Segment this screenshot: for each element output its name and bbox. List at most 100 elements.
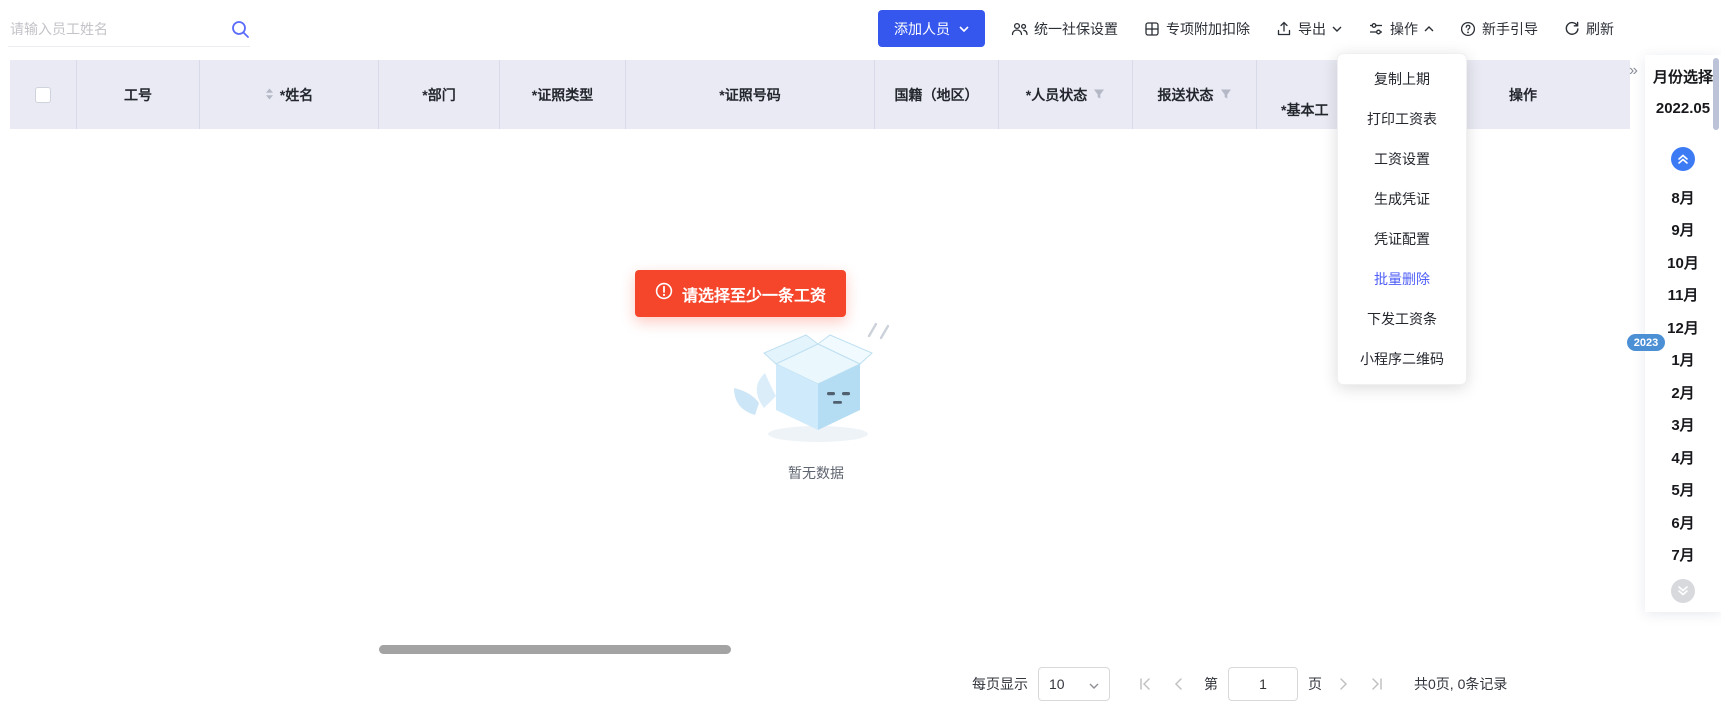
collapse-panel-icon[interactable]: » bbox=[1629, 63, 1638, 79]
column-header-department: *部门 bbox=[379, 60, 500, 129]
beginner-guide-button[interactable]: 新手引导 bbox=[1460, 19, 1538, 39]
empty-box-illustration bbox=[726, 334, 906, 454]
column-header-certificate-type: *证照类型 bbox=[500, 60, 626, 129]
sparkle-decoration bbox=[866, 314, 892, 345]
menu-item-batch-delete[interactable]: 批量删除 bbox=[1338, 259, 1466, 299]
next-page-button[interactable] bbox=[1330, 671, 1356, 697]
column-header-person-status: *人员状态 bbox=[999, 60, 1133, 129]
month-list: 8月 9月 10月 11月 12月 1月 2月 3月 4月 5月 6月 7月 bbox=[1645, 181, 1721, 571]
department-header-label: *部门 bbox=[422, 86, 456, 103]
filter-icon[interactable] bbox=[1093, 87, 1105, 103]
operation-header-label: 操作 bbox=[1509, 86, 1537, 103]
column-header-employee-id: 工号 bbox=[77, 60, 200, 129]
month-item-11[interactable]: 11月 bbox=[1645, 279, 1721, 312]
social-security-settings-label: 统一社保设置 bbox=[1034, 20, 1118, 37]
search-icon[interactable] bbox=[230, 19, 250, 39]
beginner-guide-label: 新手引导 bbox=[1482, 20, 1538, 37]
employee-id-header-label: 工号 bbox=[124, 86, 152, 103]
certificate-type-header-label: *证照类型 bbox=[531, 86, 594, 103]
refresh-label: 刷新 bbox=[1586, 20, 1614, 37]
question-icon bbox=[1460, 21, 1476, 37]
special-deduction-button[interactable]: 专项附加扣除 bbox=[1144, 19, 1250, 39]
operations-button[interactable]: 操作 bbox=[1368, 19, 1434, 39]
people-icon bbox=[1011, 21, 1028, 37]
nationality-header-label: 国籍（地区） bbox=[894, 86, 979, 103]
column-header-report-status: 报送状态 bbox=[1133, 60, 1257, 129]
operations-dropdown-menu: 复制上期 打印工资表 工资设置 生成凭证 凭证配置 批量删除 下发工资条 小程序… bbox=[1337, 53, 1467, 385]
column-header-nationality: 国籍（地区） bbox=[875, 60, 999, 129]
payroll-app: 添加人员 统一社保设置 专项附加扣除 bbox=[0, 0, 1721, 710]
name-header-label: *姓名 bbox=[279, 86, 314, 103]
export-button[interactable]: 导出 bbox=[1276, 19, 1342, 39]
column-header-name: *姓名 bbox=[200, 60, 379, 129]
month-panel-title: 月份选择 bbox=[1652, 69, 1713, 86]
menu-item-copy-previous-period[interactable]: 复制上期 bbox=[1338, 59, 1466, 99]
add-person-button[interactable]: 添加人员 bbox=[878, 10, 985, 47]
operations-label: 操作 bbox=[1390, 20, 1418, 37]
export-icon bbox=[1276, 21, 1292, 37]
month-item-3[interactable]: 3月 bbox=[1645, 409, 1721, 442]
toast-message: 请选择至少一条工资 bbox=[682, 287, 827, 305]
sort-icon[interactable] bbox=[265, 87, 274, 103]
filter-icon[interactable] bbox=[1220, 87, 1232, 103]
social-security-settings-button[interactable]: 统一社保设置 bbox=[1011, 19, 1118, 39]
page-label-suffix: 页 bbox=[1308, 676, 1322, 692]
search-input[interactable] bbox=[8, 19, 224, 38]
person-status-header-label: *人员状态 bbox=[1025, 86, 1088, 103]
base-salary-header-label: *基本工 bbox=[1281, 102, 1329, 118]
scroll-months-down-button[interactable] bbox=[1671, 579, 1695, 603]
menu-item-salary-settings[interactable]: 工资设置 bbox=[1338, 139, 1466, 179]
month-item-5[interactable]: 5月 bbox=[1645, 474, 1721, 507]
refresh-button[interactable]: 刷新 bbox=[1564, 19, 1614, 39]
sliders-icon bbox=[1368, 21, 1384, 37]
certificate-number-header-label: *证照号码 bbox=[719, 86, 781, 103]
chevron-down-icon bbox=[1332, 26, 1342, 32]
vertical-scrollbar[interactable] bbox=[1713, 58, 1719, 130]
grid-icon bbox=[1144, 21, 1160, 37]
pagination-bar: 每页显示 10 第 页 共0页, 0条记录 bbox=[972, 666, 1507, 702]
per-page-value: 10 bbox=[1049, 676, 1065, 692]
month-item-6[interactable]: 6月 bbox=[1645, 506, 1721, 539]
select-all-checkbox[interactable] bbox=[35, 86, 51, 103]
month-item-8[interactable]: 8月 bbox=[1645, 181, 1721, 214]
current-period: 2022.05 bbox=[1655, 100, 1711, 117]
month-item-10[interactable]: 10月 bbox=[1645, 246, 1721, 279]
chevron-down-icon bbox=[959, 25, 969, 32]
prev-page-button[interactable] bbox=[1166, 671, 1192, 697]
chevron-down-icon bbox=[1089, 676, 1099, 692]
refresh-icon bbox=[1564, 21, 1580, 37]
menu-item-voucher-config[interactable]: 凭证配置 bbox=[1338, 219, 1466, 259]
export-label: 导出 bbox=[1298, 20, 1326, 37]
warning-icon bbox=[655, 282, 673, 305]
special-deduction-label: 专项附加扣除 bbox=[1166, 20, 1250, 37]
month-item-9[interactable]: 9月 bbox=[1645, 214, 1721, 247]
toolbar: 添加人员 统一社保设置 专项附加扣除 bbox=[0, 0, 1721, 57]
scroll-months-up-button[interactable] bbox=[1671, 147, 1695, 171]
employee-search bbox=[8, 11, 250, 47]
menu-item-print-payroll[interactable]: 打印工资表 bbox=[1338, 99, 1466, 139]
last-page-button[interactable] bbox=[1364, 671, 1390, 697]
month-item-2[interactable]: 2月 bbox=[1645, 376, 1721, 409]
month-item-7[interactable]: 7月 bbox=[1645, 539, 1721, 572]
pagination-summary: 共0页, 0条记录 bbox=[1414, 676, 1508, 692]
column-header-certificate-number: *证照号码 bbox=[626, 60, 875, 129]
empty-state-text: 暂无数据 bbox=[788, 465, 844, 481]
first-page-button[interactable] bbox=[1132, 671, 1158, 697]
chevron-up-icon bbox=[1424, 25, 1434, 32]
per-page-label: 每页显示 bbox=[972, 676, 1028, 692]
menu-item-generate-voucher[interactable]: 生成凭证 bbox=[1338, 179, 1466, 219]
add-person-label: 添加人员 bbox=[894, 20, 950, 37]
empty-state: 暂无数据 bbox=[716, 330, 916, 483]
toolbar-actions: 添加人员 统一社保设置 专项附加扣除 导出 操作 新手引导 刷新 bbox=[878, 0, 1614, 57]
error-toast: 请选择至少一条工资 bbox=[635, 270, 847, 317]
report-status-header-label: 报送状态 bbox=[1157, 86, 1214, 103]
page-label-prefix: 第 bbox=[1204, 676, 1218, 692]
menu-item-miniprogram-qrcode[interactable]: 小程序二维码 bbox=[1338, 339, 1466, 379]
horizontal-scrollbar[interactable] bbox=[379, 645, 731, 654]
page-number-input[interactable] bbox=[1228, 667, 1298, 701]
menu-item-send-payslips[interactable]: 下发工资条 bbox=[1338, 299, 1466, 339]
year-badge: 2023 bbox=[1627, 334, 1665, 351]
per-page-select[interactable]: 10 bbox=[1038, 667, 1110, 701]
month-item-4[interactable]: 4月 bbox=[1645, 441, 1721, 474]
select-all-cell bbox=[10, 60, 77, 129]
